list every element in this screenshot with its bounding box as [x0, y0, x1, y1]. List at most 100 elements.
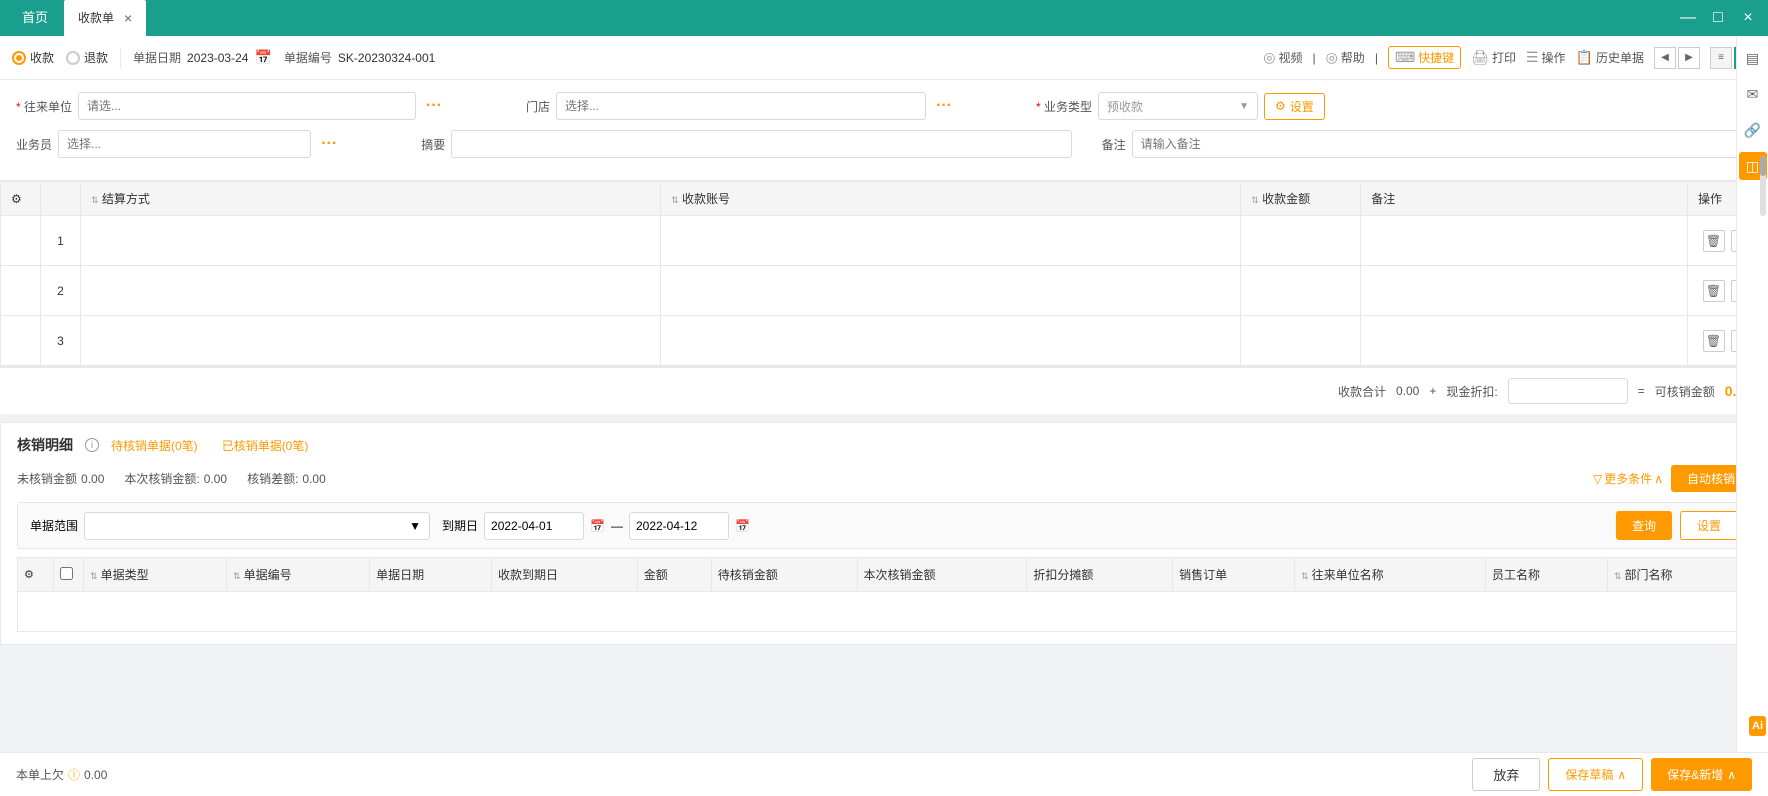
delete-btn[interactable]: 🗑 [1703, 230, 1725, 252]
print-btn[interactable]: 🖨 打印 [1471, 49, 1516, 66]
partner-more-btn[interactable]: ··· [422, 97, 446, 115]
summary-field: 摘要 [421, 130, 1071, 158]
tab-active[interactable]: 收款单 × [64, 0, 146, 36]
summary-input[interactable] [451, 130, 1071, 158]
business-type-field: 业务类型 预收款 ▼ ⚙ 设置 [1036, 92, 1325, 120]
cell-remark[interactable] [1361, 266, 1688, 316]
remark-field: 备注 [1102, 130, 1752, 158]
cell-remark[interactable] [1361, 316, 1688, 366]
calendar-icon[interactable]: 📅 [254, 49, 271, 66]
date-from-input[interactable] [484, 512, 584, 540]
video-btn[interactable]: ◎ 视频 [1263, 49, 1302, 66]
cell-remark[interactable] [1361, 216, 1688, 266]
col-remark-label: 备注 [1371, 192, 1395, 206]
calendar-from-icon[interactable]: 📅 [590, 519, 605, 533]
select-all-checkbox[interactable] [60, 567, 73, 580]
verify-info-icon[interactable]: i [85, 438, 99, 452]
close-button[interactable]: × [1736, 6, 1760, 30]
tab-pending[interactable]: 待核销单据(0笔) [111, 437, 198, 454]
radio-shoukuan[interactable]: 收款 [12, 49, 54, 66]
diff-value: 0.00 [302, 472, 325, 486]
minimize-button[interactable]: — [1676, 6, 1700, 30]
calendar-to-icon[interactable]: 📅 [735, 519, 750, 533]
staff-label: 业务员 [16, 136, 52, 153]
discount-input[interactable] [1508, 378, 1628, 404]
form-section: 往来单位 ··· 门店 ··· 业务类型 预收款 ▼ ⚙ 设置 业务员 ··· [0, 80, 1768, 181]
verify-settings-btn[interactable]: 设置 [1680, 511, 1738, 540]
delete-btn[interactable]: 🗑 [1703, 280, 1725, 302]
staff-more-btn[interactable]: ··· [317, 135, 341, 153]
bottom-checkbox-header[interactable] [54, 558, 84, 592]
footer-info-icon[interactable]: ⓘ [68, 766, 80, 783]
row-settings-cell [1, 316, 41, 366]
save-draft-button[interactable]: 保存草稿 ∧ [1548, 758, 1643, 791]
verify-section: 核销明细 i 待核销单据(0笔) 已核销单据(0笔) 未核销金额 0.00 本次… [0, 422, 1768, 645]
business-type-value: 预收款 [1107, 98, 1143, 115]
cell-account[interactable] [661, 266, 1241, 316]
unrec-stat: 未核销金额 0.00 [17, 470, 104, 487]
radio-tuikuan[interactable]: 退款 [66, 49, 108, 66]
prev-btn[interactable]: ◀ [1654, 47, 1676, 69]
business-type-select[interactable]: 预收款 ▼ [1098, 92, 1258, 120]
operate-btn[interactable]: ☰ 操作 [1526, 49, 1566, 66]
unrec-label: 未核销金额 [17, 470, 77, 487]
sidebar-icon-table[interactable]: ▤ [1739, 44, 1767, 72]
cell-account[interactable] [661, 216, 1241, 266]
cell-account[interactable] [661, 316, 1241, 366]
tab-close-icon[interactable]: × [124, 0, 132, 36]
sidebar-scroll-thumb [1760, 156, 1766, 176]
shortcut-btn[interactable]: ⌨ 快捷键 [1388, 46, 1461, 69]
range-select[interactable]: ▼ [84, 512, 430, 540]
cell-settlement[interactable] [81, 316, 661, 366]
tab-home[interactable]: 首页 [8, 0, 62, 36]
discard-button[interactable]: 放弃 [1472, 758, 1540, 791]
diff-label: 核销差额: [247, 470, 298, 487]
table-settings-header[interactable]: ⚙ [1, 182, 41, 216]
cell-amount[interactable] [1241, 216, 1361, 266]
col-due-date: 收款到期日 [491, 558, 637, 592]
row-num: 3 [41, 316, 81, 366]
delete-btn[interactable]: 🗑 [1703, 330, 1725, 352]
chevron-icon: ∧ [1654, 472, 1663, 486]
help-btn[interactable]: ◎ 帮助 [1326, 49, 1365, 66]
more-conditions-btn[interactable]: ▽ 更多条件 ∧ [1593, 470, 1663, 487]
payment-table: ⚙ ⇅ 结算方式 ⇅ 收款账号 ⇅ 收款金额 备注 操作 [0, 181, 1768, 366]
date-field: 单据日期 2023-03-24 📅 [133, 49, 272, 66]
layout-list-icon[interactable]: ≡ [1710, 47, 1732, 69]
cell-settlement[interactable] [81, 266, 661, 316]
col-settlement: ⇅ 结算方式 [81, 182, 661, 216]
sidebar-icon-email[interactable]: ✉ [1739, 80, 1767, 108]
query-btn[interactable]: 查询 [1616, 511, 1672, 540]
store-input[interactable] [556, 92, 926, 120]
store-more-btn[interactable]: ··· [932, 97, 956, 115]
sidebar-icon-link[interactable]: 🔗 [1739, 116, 1767, 144]
ai-label[interactable]: Ai [1749, 716, 1766, 736]
tab-done[interactable]: 已核销单据(0笔) [222, 437, 309, 454]
verify-header: 核销明细 i 待核销单据(0笔) 已核销单据(0笔) [17, 435, 1751, 455]
settings-button[interactable]: ⚙ 设置 [1264, 93, 1325, 120]
footer-info: 本单上欠 ⓘ 0.00 [16, 766, 107, 783]
sidebar-scrollbar[interactable] [1760, 156, 1766, 216]
cell-settlement[interactable] [81, 216, 661, 266]
cell-amount[interactable] [1241, 266, 1361, 316]
history-btn[interactable]: 📋 历史单据 [1576, 49, 1644, 66]
save-new-button[interactable]: 保存&新增 ∧ [1651, 758, 1752, 791]
tab-bar: 首页 收款单 × — □ × [0, 0, 1768, 36]
col-row-num [41, 182, 81, 216]
next-btn[interactable]: ▶ [1678, 47, 1700, 69]
col-amount: 金额 [637, 558, 711, 592]
col-sales-order: 销售订单 [1173, 558, 1295, 592]
col-partner: ⇅ 往来单位名称 [1295, 558, 1486, 592]
date-to-input[interactable] [629, 512, 729, 540]
cell-amount[interactable] [1241, 316, 1361, 366]
bottom-settings-header[interactable]: ⚙ [18, 558, 54, 592]
partner-input[interactable] [78, 92, 416, 120]
unrec-value: 0.00 [81, 472, 104, 486]
history-icon: 📋 [1576, 49, 1593, 66]
main-toolbar: 收款 退款 单据日期 2023-03-24 📅 单据编号 SK-20230324… [0, 36, 1768, 80]
staff-input[interactable] [58, 130, 311, 158]
remark-input[interactable] [1132, 130, 1752, 158]
print-label: 打印 [1492, 49, 1516, 66]
sep2: | [1375, 51, 1378, 65]
maximize-button[interactable]: □ [1706, 6, 1730, 30]
